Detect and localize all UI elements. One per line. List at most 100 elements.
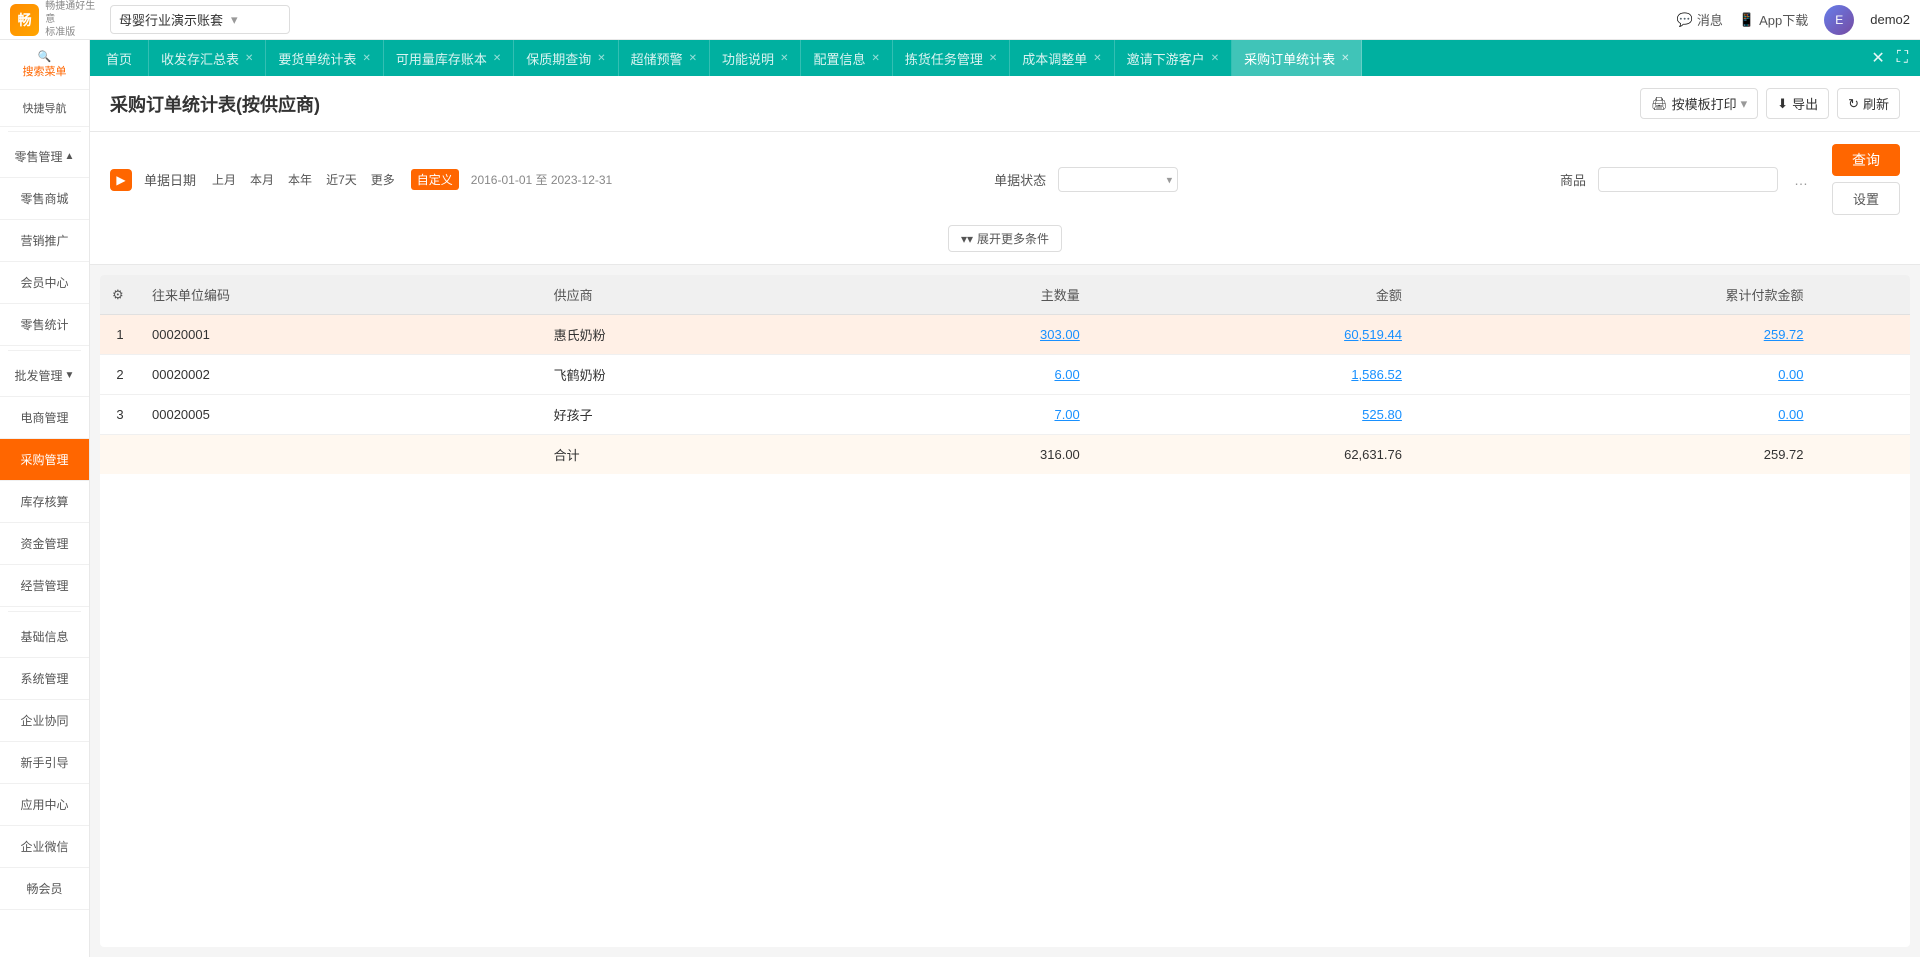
tab-expiry-query[interactable]: 保质期查询 ✕ [514, 40, 618, 76]
footer-label: 合计 [542, 435, 841, 475]
date-shortcuts: 上月 本月 本年 近7天 更多 [208, 169, 399, 190]
sidebar-item-ecommerce[interactable]: 电商管理 [0, 397, 89, 439]
tab-pick-task[interactable]: 拣货任务管理 ✕ [893, 40, 1010, 76]
sidebar-item-retail-mgmt[interactable]: 零售管理 ▲ [0, 136, 89, 178]
sidebar-item-member[interactable]: 会员中心 [0, 262, 89, 304]
user-avatar[interactable]: E [1824, 5, 1854, 35]
sidebar-item-retail-shop[interactable]: 零售商城 [0, 178, 89, 220]
tab-close-invite[interactable]: ✕ [1211, 53, 1219, 64]
settings-gear-icon[interactable]: ⚙ [112, 287, 124, 302]
goods-filter-label: 商品 [1560, 170, 1586, 189]
amount-2: 1,586.52 [1092, 355, 1414, 395]
shortcut-this-year[interactable]: 本年 [284, 169, 316, 190]
chevron-down-icon: ▼ [65, 370, 75, 381]
amount-3: 525.80 [1092, 395, 1414, 435]
nav-tabs: 首页 收发存汇总表 ✕ 要货单统计表 ✕ 可用量库存账本 ✕ 保质期查询 ✕ [90, 40, 1920, 76]
col-settings[interactable]: ⚙ [100, 275, 140, 315]
sidebar-item-newguide[interactable]: 新手引导 [0, 742, 89, 784]
shortcut-7days[interactable]: 近7天 [322, 169, 361, 190]
tab-overstock[interactable]: 超储预警 ✕ [619, 40, 710, 76]
workspace-selector[interactable]: 母婴行业演示账套 ▾ [110, 5, 290, 34]
tab-purchase-stats[interactable]: 要货单统计表 ✕ [266, 40, 383, 76]
tab-close-collect-send[interactable]: ✕ [245, 53, 253, 64]
footer-paid: 259.72 [1414, 435, 1816, 475]
shortcut-more[interactable]: 更多 [367, 169, 399, 190]
expand-more-btn[interactable]: ▾▾ 展开更多条件 [948, 225, 1062, 252]
col-supplier: 供应商 [542, 275, 841, 315]
row-num-2: 2 [100, 355, 140, 395]
date-range-display: 2016-01-01 至 2023-12-31 [471, 171, 612, 188]
footer-empty-2 [140, 435, 542, 475]
tab-close-expiry[interactable]: ✕ [597, 53, 605, 64]
goods-filter-more-btn[interactable]: … [1790, 172, 1812, 188]
sidebar-item-wechat[interactable]: 企业微信 [0, 826, 89, 868]
tab-invite-down[interactable]: 邀请下游客户 ✕ [1115, 40, 1232, 76]
tab-close-config[interactable]: ✕ [871, 53, 879, 64]
tab-func-desc[interactable]: 功能说明 ✕ [710, 40, 801, 76]
tab-close-pick[interactable]: ✕ [989, 53, 997, 64]
sidebar-item-basic[interactable]: 基础信息 [0, 616, 89, 658]
template-print-btn[interactable]: 🖨 按模板打印 ▾ [1640, 88, 1758, 119]
tab-close-func[interactable]: ✕ [780, 53, 788, 64]
sidebar-item-wholesale[interactable]: 批发管理 ▼ [0, 355, 89, 397]
col-amount: 金额 [1092, 275, 1414, 315]
sidebar-item-retail-stats[interactable]: 零售统计 [0, 304, 89, 346]
shortcut-last-month[interactable]: 上月 [208, 169, 240, 190]
status-select[interactable] [1058, 167, 1178, 192]
expand-more-label: 展开更多条件 [977, 230, 1049, 247]
maximize-btn[interactable]: ⛶ [1893, 47, 1912, 69]
goods-filter-input[interactable] [1598, 167, 1778, 192]
message-btn[interactable]: 💬 消息 [1677, 10, 1723, 29]
tab-purchase-order-stats[interactable]: 采购订单统计表 ✕ [1232, 40, 1362, 76]
amount-1: 60,519.44 [1092, 315, 1414, 355]
settings-button[interactable]: 设置 [1832, 182, 1900, 215]
sidebar-item-purchase[interactable]: 采购管理 [0, 439, 89, 481]
sidebar-item-corp[interactable]: 企业协同 [0, 700, 89, 742]
table-row[interactable]: 2 00020002 飞鹤奶粉 6.00 1,586.52 0.00 [100, 355, 1910, 395]
tab-close-cost[interactable]: ✕ [1093, 53, 1101, 64]
sidebar-item-inventory[interactable]: 库存核算 [0, 481, 89, 523]
tab-close-stock-ledger[interactable]: ✕ [493, 53, 501, 64]
chevron-icon: ▲ [65, 151, 75, 162]
app-download-label: App下载 [1759, 10, 1808, 29]
tab-collect-send[interactable]: 收发存汇总表 ✕ [149, 40, 266, 76]
sidebar-item-quicknav[interactable]: 快捷导航 [0, 90, 89, 127]
sidebar: 🔍 搜索菜单 快捷导航 零售管理 ▲ 零售商城 营销推广 会员中心 零售统计 批… [0, 40, 90, 957]
filter-toggle-btn[interactable]: ▶ [110, 169, 132, 191]
tab-close-overstock[interactable]: ✕ [689, 53, 697, 64]
sidebar-item-system[interactable]: 系统管理 [0, 658, 89, 700]
refresh-btn[interactable]: ↻ 刷新 [1837, 88, 1900, 119]
app-download-btn[interactable]: 📱 App下载 [1739, 10, 1808, 29]
tab-config-info[interactable]: 配置信息 ✕ [801, 40, 892, 76]
refresh-label: 刷新 [1863, 94, 1889, 113]
top-bar: 畅 畅捷通好生意标准版 母婴行业演示账套 ▾ 💬 消息 📱 App下载 E de… [0, 0, 1920, 40]
shortcut-this-month[interactable]: 本月 [246, 169, 278, 190]
sidebar-item-appcenter[interactable]: 应用中心 [0, 784, 89, 826]
sidebar-item-vip[interactable]: 畅会员 [0, 868, 89, 910]
export-btn[interactable]: ⬇ 导出 [1766, 88, 1829, 119]
sidebar-item-ops[interactable]: 经营管理 [0, 565, 89, 607]
footer-extra [1816, 435, 1911, 475]
partner-code-1: 00020001 [140, 315, 542, 355]
nav-tabs-end: ✕ ⛶ [1859, 46, 1920, 70]
tab-cost-adj[interactable]: 成本调整单 ✕ [1010, 40, 1114, 76]
tab-close-purchase-stats[interactable]: ✕ [362, 53, 370, 64]
extra-3 [1816, 395, 1911, 435]
close-all-btn[interactable]: ✕ [1867, 46, 1888, 70]
search-button[interactable]: 查询 [1832, 144, 1900, 176]
sidebar-item-finance[interactable]: 资金管理 [0, 523, 89, 565]
table-row[interactable]: 3 00020005 好孩子 7.00 525.80 0.00 [100, 395, 1910, 435]
quantity-3: 7.00 [841, 395, 1092, 435]
tab-close-purchase-order[interactable]: ✕ [1341, 53, 1349, 64]
sidebar-item-marketing[interactable]: 营销推广 [0, 220, 89, 262]
table-row[interactable]: 1 00020001 惠氏奶粉 303.00 60,519.44 259.72 [100, 315, 1910, 355]
tab-home[interactable]: 首页 [90, 40, 149, 76]
tab-stock-ledger[interactable]: 可用量库存账本 ✕ [384, 40, 514, 76]
export-icon: ⬇ [1777, 96, 1788, 112]
sidebar-item-search[interactable]: 🔍 搜索菜单 [0, 40, 89, 90]
logo-icon: 畅 [10, 4, 39, 36]
workspace-chevron: ▾ [231, 12, 238, 28]
avatar-text: E [1835, 13, 1843, 27]
expand-down-icon: ▾▾ [961, 232, 973, 246]
right-arrow-icon: ▶ [116, 173, 125, 187]
